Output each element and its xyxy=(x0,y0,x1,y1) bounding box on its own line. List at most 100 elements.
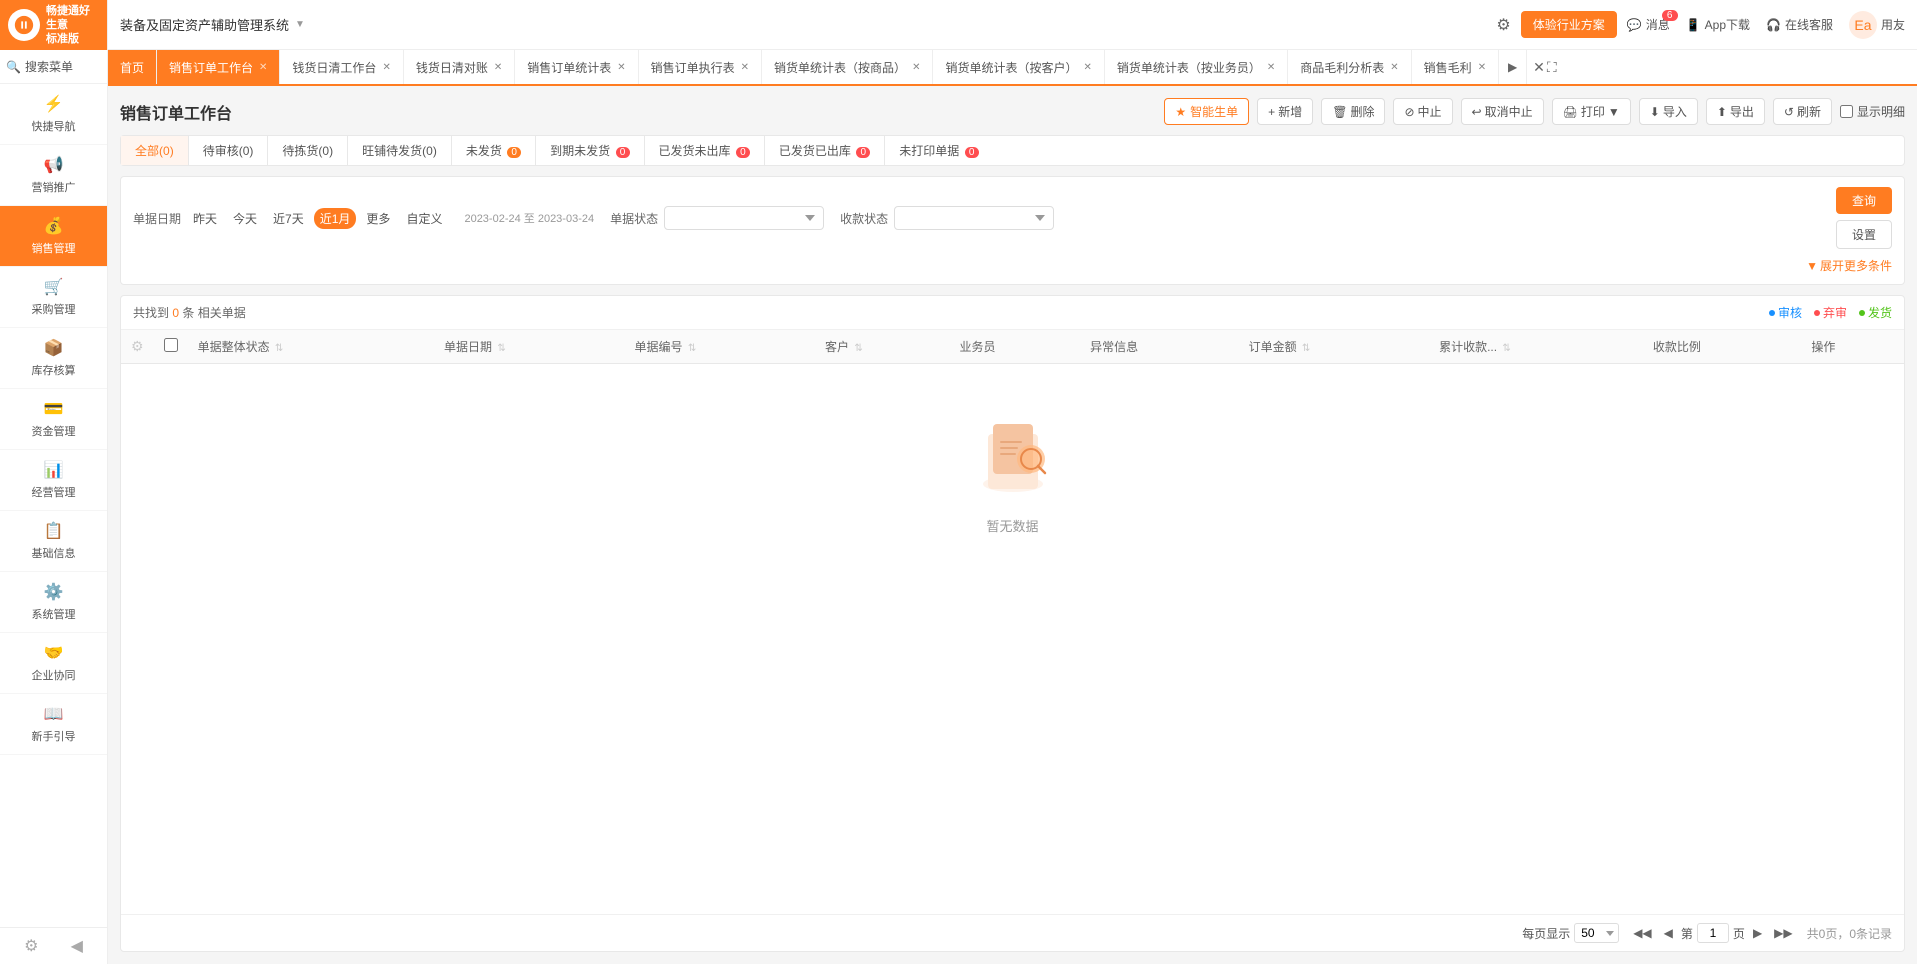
sidebar-item-sales[interactable]: 💰 销售管理 xyxy=(0,206,107,267)
sidebar-collapse-btn[interactable]: ◀ xyxy=(71,936,83,956)
sidebar-item-marketing[interactable]: 📢 营销推广 xyxy=(0,145,107,206)
filter-tab-unshipped[interactable]: 未发货 0 xyxy=(452,136,536,165)
date-opt-7days[interactable]: 近7天 xyxy=(267,208,310,229)
cancel-stop-icon: ↩ xyxy=(1472,105,1482,119)
unprinted-badge: 0 xyxy=(965,147,979,158)
tab-sales-staff[interactable]: 销货单统计表（按业务员） ✕ xyxy=(1105,50,1288,84)
refresh-button[interactable]: ↺ 刷新 xyxy=(1773,98,1832,125)
date-opt-more[interactable]: 更多 xyxy=(360,208,396,229)
print-button[interactable]: 🖨 打印 ▼ xyxy=(1552,98,1631,125)
page-next-button[interactable]: ▶ xyxy=(1749,924,1766,942)
smart-create-button[interactable]: ★ 智能生单 xyxy=(1164,98,1249,125)
tab-sales-customer[interactable]: 销货单统计表（按客户） ✕ xyxy=(933,50,1104,84)
tab-close-cash-daily[interactable]: ✕ xyxy=(382,62,390,73)
filter-tab-pending-review[interactable]: 待审核(0) xyxy=(189,136,269,165)
message-button[interactable]: 💬 消息 6 xyxy=(1627,16,1670,33)
tab-close-sales-gross[interactable]: ✕ xyxy=(1478,62,1486,73)
sidebar-item-quick-nav[interactable]: ⚡ 快捷导航 xyxy=(0,84,107,145)
select-all-checkbox[interactable] xyxy=(164,338,178,352)
tab-close-sales-exec[interactable]: ✕ xyxy=(741,62,749,73)
page-number-input[interactable] xyxy=(1697,923,1729,943)
column-config-icon[interactable]: ⚙ xyxy=(131,338,144,354)
sidebar-settings-btn[interactable]: ⚙ xyxy=(24,936,38,956)
quick-reject-button[interactable]: 弃审 xyxy=(1814,304,1847,321)
filter-settings-button[interactable]: 设置 xyxy=(1836,220,1892,249)
filter-tab-all[interactable]: 全部(0) xyxy=(121,136,189,165)
tab-expand-button[interactable]: ⛶ xyxy=(1547,59,1557,76)
add-button[interactable]: + 新增 xyxy=(1257,98,1313,125)
table-scroll-container[interactable]: ⚙ 单据整体状态 ⇅ 单据日期 ⇅ xyxy=(121,330,1904,914)
sort-status-icon[interactable]: ⇅ xyxy=(275,343,283,354)
date-opt-1month[interactable]: 近1月 xyxy=(314,208,357,229)
filter-date-item: 单据日期 昨天 今天 近7天 近1月 更多 自定义 xyxy=(133,208,448,229)
page-prev-button[interactable]: ◀ xyxy=(1660,924,1677,942)
date-opt-custom[interactable]: 自定义 xyxy=(400,208,448,229)
sort-amount-icon[interactable]: ⇅ xyxy=(1302,343,1310,354)
search-menu-item[interactable]: 🔍 搜索菜单 xyxy=(0,50,107,84)
industry-solution-button[interactable]: 体验行业方案 xyxy=(1521,11,1617,38)
sort-date-icon[interactable]: ⇅ xyxy=(497,343,505,354)
tab-sales-stats[interactable]: 销售订单统计表 ✕ xyxy=(515,50,638,84)
filter-tab-pending-pick[interactable]: 待拣货(0) xyxy=(268,136,348,165)
sidebar-item-operations[interactable]: 📊 经营管理 xyxy=(0,450,107,511)
tab-gross-profit[interactable]: 商品毛利分析表 ✕ xyxy=(1288,50,1411,84)
tab-cash-daily[interactable]: 钱货日清工作台 ✕ xyxy=(280,50,403,84)
page-size-select[interactable]: 20 50 100 xyxy=(1574,923,1619,943)
expand-conditions-button[interactable]: ▼ 展开更多条件 xyxy=(1806,257,1892,274)
tab-close-sales-order[interactable]: ✕ xyxy=(259,62,267,73)
tab-home[interactable]: 首页 xyxy=(108,50,157,84)
page-last-button[interactable]: ▶▶ xyxy=(1770,924,1796,942)
payment-select[interactable] xyxy=(894,206,1054,230)
sort-cumulative-icon[interactable]: ⇅ xyxy=(1502,343,1510,354)
quick-audit-button[interactable]: 审核 xyxy=(1769,304,1802,321)
quick-send-button[interactable]: 发货 xyxy=(1859,304,1892,321)
sidebar-item-system[interactable]: ⚙️ 系统管理 xyxy=(0,572,107,633)
tab-close-gross-profit[interactable]: ✕ xyxy=(1390,62,1398,73)
page-first-button[interactable]: ◀◀ xyxy=(1629,924,1655,942)
show-detail-checkbox[interactable] xyxy=(1840,105,1853,118)
tab-sales-goods[interactable]: 销货单统计表（按商品） ✕ xyxy=(762,50,933,84)
sidebar-item-inventory[interactable]: 📦 库存核算 xyxy=(0,328,107,389)
online-service-button[interactable]: 🎧 在线客服 xyxy=(1766,16,1833,33)
tab-more-button[interactable]: ▶ xyxy=(1499,50,1527,84)
tab-sales-exec[interactable]: 销售订单执行表 ✕ xyxy=(639,50,762,84)
sidebar-item-finance[interactable]: 💳 资金管理 xyxy=(0,389,107,450)
sidebar-item-basic[interactable]: 📋 基础信息 xyxy=(0,511,107,572)
filter-tab-unprinted[interactable]: 未打印单据 0 xyxy=(885,136,992,165)
tab-cash-reconcile[interactable]: 钱货日清对账 ✕ xyxy=(404,50,515,84)
import-button[interactable]: ⬇ 导入 xyxy=(1639,98,1698,125)
tab-close-cash-reconcile[interactable]: ✕ xyxy=(494,62,502,73)
tab-close-sales-stats[interactable]: ✕ xyxy=(617,62,625,73)
tab-sales-gross[interactable]: 销售毛利 ✕ xyxy=(1412,50,1499,84)
delete-button[interactable]: 🗑 删除 xyxy=(1321,98,1385,125)
header-settings-icon[interactable]: ⚙ xyxy=(1496,15,1510,35)
export-button[interactable]: ⬆ 导出 xyxy=(1706,98,1765,125)
filter-tab-shipped-out[interactable]: 已发货已出库 0 xyxy=(765,136,885,165)
cancel-stop-button[interactable]: ↩ 取消中止 xyxy=(1461,98,1544,125)
col-header-staff: 业务员 xyxy=(950,330,1081,364)
tab-prev-button[interactable]: ✕ xyxy=(1533,59,1545,76)
sidebar-item-guide[interactable]: 📖 新手引导 xyxy=(0,694,107,755)
sidebar-item-enterprise[interactable]: 🤝 企业协同 xyxy=(0,633,107,694)
query-button[interactable]: 查询 xyxy=(1836,187,1892,214)
tab-close-sales-staff[interactable]: ✕ xyxy=(1267,62,1275,73)
plus-icon: + xyxy=(1268,105,1275,119)
status-select[interactable] xyxy=(664,206,824,230)
sort-number-icon[interactable]: ⇅ xyxy=(688,343,696,354)
tab-close-sales-goods[interactable]: ✕ xyxy=(912,62,920,73)
sort-customer-icon[interactable]: ⇅ xyxy=(854,343,862,354)
filter-tab-wangpu-ship[interactable]: 旺铺待发货(0) xyxy=(348,136,452,165)
tab-close-sales-customer[interactable]: ✕ xyxy=(1083,62,1091,73)
tab-sales-order[interactable]: 销售订单工作台 ✕ xyxy=(157,50,280,84)
show-detail-checkbox-label[interactable]: 显示明细 xyxy=(1840,103,1905,120)
stop-button[interactable]: ⊘ 中止 xyxy=(1393,98,1452,125)
filter-tab-overdue-unshipped[interactable]: 到期未发货 0 xyxy=(536,136,644,165)
date-opt-today[interactable]: 今天 xyxy=(227,208,263,229)
app-title-dropdown-icon[interactable]: ▼ xyxy=(295,19,305,30)
user-profile-button[interactable]: Ea 用友 xyxy=(1849,11,1905,39)
app-download-button[interactable]: 📱 App下载 xyxy=(1686,16,1750,33)
sidebar-item-purchase[interactable]: 🛒 采购管理 xyxy=(0,267,107,328)
date-opt-yesterday[interactable]: 昨天 xyxy=(187,208,223,229)
unshipped-badge: 0 xyxy=(507,147,521,158)
filter-tab-shipped-not-out[interactable]: 已发货未出库 0 xyxy=(645,136,765,165)
